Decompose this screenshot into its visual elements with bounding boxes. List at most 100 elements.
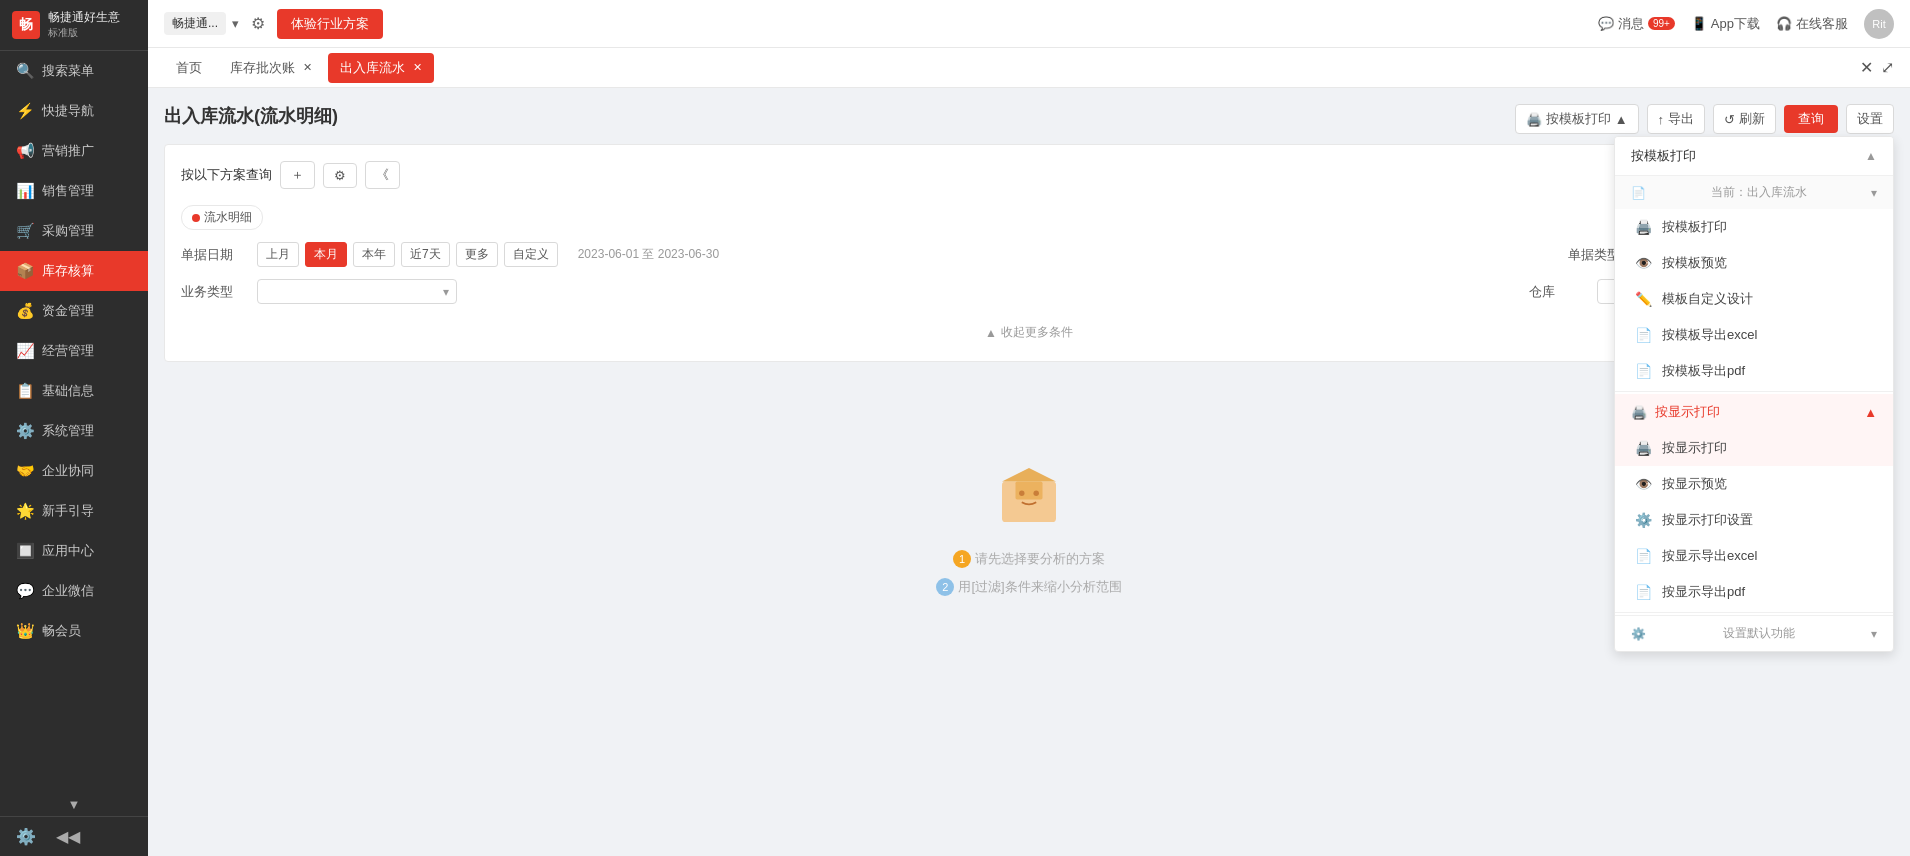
item-label: 按显示打印设置 — [1662, 511, 1753, 529]
account-name[interactable]: 畅捷通... — [164, 12, 226, 35]
dropdown-footer-divider — [1615, 612, 1893, 613]
user-avatar[interactable]: Rit — [1864, 9, 1894, 39]
sidebar-item-marketing[interactable]: 📢 营销推广 — [0, 131, 148, 171]
sidebar-item-wechat[interactable]: 💬 企业微信 — [0, 571, 148, 611]
dropdown-item-template-print[interactable]: 🖨️ 按模板打印 — [1615, 209, 1893, 245]
dropdown-item-display-excel[interactable]: 📄 按显示导出excel — [1615, 538, 1893, 574]
settings-btn[interactable]: 设置 — [1846, 104, 1894, 134]
collapse-icon: ▲ — [985, 326, 997, 340]
nav-label-search: 搜索菜单 — [42, 62, 94, 80]
dropdown-item-display-preview[interactable]: 👁️ 按显示预览 — [1615, 466, 1893, 502]
dropdown-item-template-pdf[interactable]: 📄 按模板导出pdf — [1615, 353, 1893, 389]
nav-icon-quicknav: ⚡ — [16, 102, 34, 120]
collapse-filter-btn[interactable]: 《 — [365, 161, 400, 189]
user-name: Rit — [1872, 18, 1885, 30]
step2-num: 2 — [936, 578, 954, 596]
top-header: 畅捷通... ▾ ⚙ 体验行业方案 💬 消息 99+ 📱 App下载 🎧 在线客… — [148, 0, 1910, 48]
date-btn-7days[interactable]: 近7天 — [401, 242, 450, 267]
dropdown-item-template-preview[interactable]: 👁️ 按模板预览 — [1615, 245, 1893, 281]
item-label: 按模板预览 — [1662, 254, 1727, 272]
dropdown-item-display-pdf[interactable]: 📄 按显示导出pdf — [1615, 574, 1893, 610]
date-btn-custom[interactable]: 自定义 — [504, 242, 558, 267]
collapse-sidebar-icon[interactable]: ◀◀ — [56, 827, 80, 846]
tab-flow[interactable]: 出入库流水 ✕ — [328, 53, 434, 83]
print-icon: 🖨️ — [1526, 112, 1542, 127]
nav-label-member: 畅会员 — [42, 622, 81, 640]
tab-batch[interactable]: 库存批次账 ✕ — [218, 53, 324, 83]
tab-maximize-btn[interactable]: ⤢ — [1881, 58, 1894, 77]
item-icon: ✏️ — [1635, 291, 1652, 307]
refresh-btn[interactable]: ↺ 刷新 — [1713, 104, 1776, 134]
logo-name: 畅捷通好生意 — [48, 10, 120, 26]
page-content: 出入库流水(流水明细) 按以下方案查询 ＋ ⚙ 《 流水明细 单据日期 — [148, 88, 1910, 856]
dropdown-item-display-settings[interactable]: ⚙️ 按显示打印设置 — [1615, 502, 1893, 538]
dropdown-header: 按模板打印 ▲ — [1615, 137, 1893, 176]
sidebar-item-basic[interactable]: 📋 基础信息 — [0, 371, 148, 411]
sidebar-item-purchase[interactable]: 🛒 采购管理 — [0, 211, 148, 251]
tab-batch-label: 库存批次账 — [230, 59, 295, 77]
empty-icon — [984, 450, 1074, 540]
dropdown-display-section[interactable]: 🖨️ 按显示打印 ▲ — [1615, 394, 1893, 430]
dropdown-item-template-custom[interactable]: ✏️ 模板自定义设计 — [1615, 281, 1893, 317]
print-chevron-up: ▲ — [1615, 112, 1628, 127]
nav-icon-purchase: 🛒 — [16, 222, 34, 240]
add-filter-btn[interactable]: ＋ — [280, 161, 315, 189]
sidebar-item-collab[interactable]: 🤝 企业协同 — [0, 451, 148, 491]
item-label: 按模板导出pdf — [1662, 362, 1745, 380]
sidebar-item-finance[interactable]: 💰 资金管理 — [0, 291, 148, 331]
biz-type-select[interactable] — [257, 279, 457, 304]
tab-batch-close[interactable]: ✕ — [303, 61, 312, 74]
tabs-bar: 首页 库存批次账 ✕ 出入库流水 ✕ ✕ ⤢ — [148, 48, 1910, 88]
sidebar-item-search[interactable]: 🔍 搜索菜单 — [0, 51, 148, 91]
nav-icon-finance: 💰 — [16, 302, 34, 320]
sidebar-item-sales[interactable]: 📊 销售管理 — [0, 171, 148, 211]
sidebar-item-inventory[interactable]: 📦 库存核算 — [0, 251, 148, 291]
item-icon: 👁️ — [1635, 476, 1652, 492]
top-right-actions: 🖨️ 按模板打印 ▲ ↑ 导出 ↺ 刷新 查询 设置 — [1515, 104, 1894, 134]
active-filter-tag[interactable]: 流水明细 — [181, 205, 263, 230]
date-btn-last-month[interactable]: 上月 — [257, 242, 299, 267]
active-tag-label: 流水明细 — [204, 209, 252, 226]
dropdown-title: 按模板打印 — [1631, 147, 1696, 165]
sidebar-nav: 🔍 搜索菜单⚡ 快捷导航📢 营销推广📊 销售管理🛒 采购管理📦 库存核算💰 资金… — [0, 51, 148, 793]
nav-label-quicknav: 快捷导航 — [42, 102, 94, 120]
dropdown-item-display-print[interactable]: 🖨️ 按显示打印 — [1615, 430, 1893, 466]
account-dropdown-icon[interactable]: ▾ — [232, 16, 239, 31]
item-label: 按显示导出pdf — [1662, 583, 1745, 601]
tab-home[interactable]: 首页 — [164, 53, 214, 83]
nav-label-wechat: 企业微信 — [42, 582, 94, 600]
empty-step1: 1 请先选择要分析的方案 — [953, 550, 1105, 568]
dropdown-item-template-excel[interactable]: 📄 按模板导出excel — [1615, 317, 1893, 353]
date-label: 单据日期 — [181, 246, 241, 264]
date-btn-current-year[interactable]: 本年 — [353, 242, 395, 267]
dropdown-footer[interactable]: ⚙️ 设置默认功能 ▾ — [1615, 615, 1893, 651]
current-label: 当前：出入库流水 — [1711, 184, 1807, 201]
filter-settings-btn[interactable]: ⚙ — [323, 163, 357, 188]
sidebar-item-appCenter[interactable]: 🔲 应用中心 — [0, 531, 148, 571]
header-settings-icon[interactable]: ⚙ — [251, 14, 265, 33]
print-template-label: 按模板打印 — [1546, 110, 1611, 128]
tab-flow-close[interactable]: ✕ — [413, 61, 422, 74]
nav-label-inventory: 库存核算 — [42, 262, 94, 280]
trial-button[interactable]: 体验行业方案 — [277, 9, 383, 39]
settings-icon[interactable]: ⚙️ — [16, 827, 36, 846]
app-download-button[interactable]: 📱 App下载 — [1691, 15, 1760, 33]
sidebar-item-quicknav[interactable]: ⚡ 快捷导航 — [0, 91, 148, 131]
messages-button[interactable]: 💬 消息 99+ — [1598, 15, 1675, 33]
query-btn[interactable]: 查询 — [1784, 105, 1838, 133]
export-btn[interactable]: ↑ 导出 — [1647, 104, 1706, 134]
nav-icon-marketing: 📢 — [16, 142, 34, 160]
online-service-button[interactable]: 🎧 在线客服 — [1776, 15, 1848, 33]
query-label: 按以下方案查询 — [181, 166, 272, 184]
export-label: 导出 — [1668, 110, 1694, 128]
sidebar-item-member[interactable]: 👑 畅会员 — [0, 611, 148, 651]
print-template-btn[interactable]: 🖨️ 按模板打印 ▲ — [1515, 104, 1639, 134]
sidebar-item-ops[interactable]: 📈 经营管理 — [0, 331, 148, 371]
date-btn-current-month[interactable]: 本月 — [305, 242, 347, 267]
sidebar-item-system[interactable]: ⚙️ 系统管理 — [0, 411, 148, 451]
sidebar-scroll-down[interactable]: ▼ — [0, 793, 148, 816]
tab-close-window-btn[interactable]: ✕ — [1860, 58, 1873, 77]
dropdown-collapse-icon[interactable]: ▲ — [1865, 149, 1877, 163]
sidebar-item-guide[interactable]: 🌟 新手引导 — [0, 491, 148, 531]
date-btn-more[interactable]: 更多 — [456, 242, 498, 267]
